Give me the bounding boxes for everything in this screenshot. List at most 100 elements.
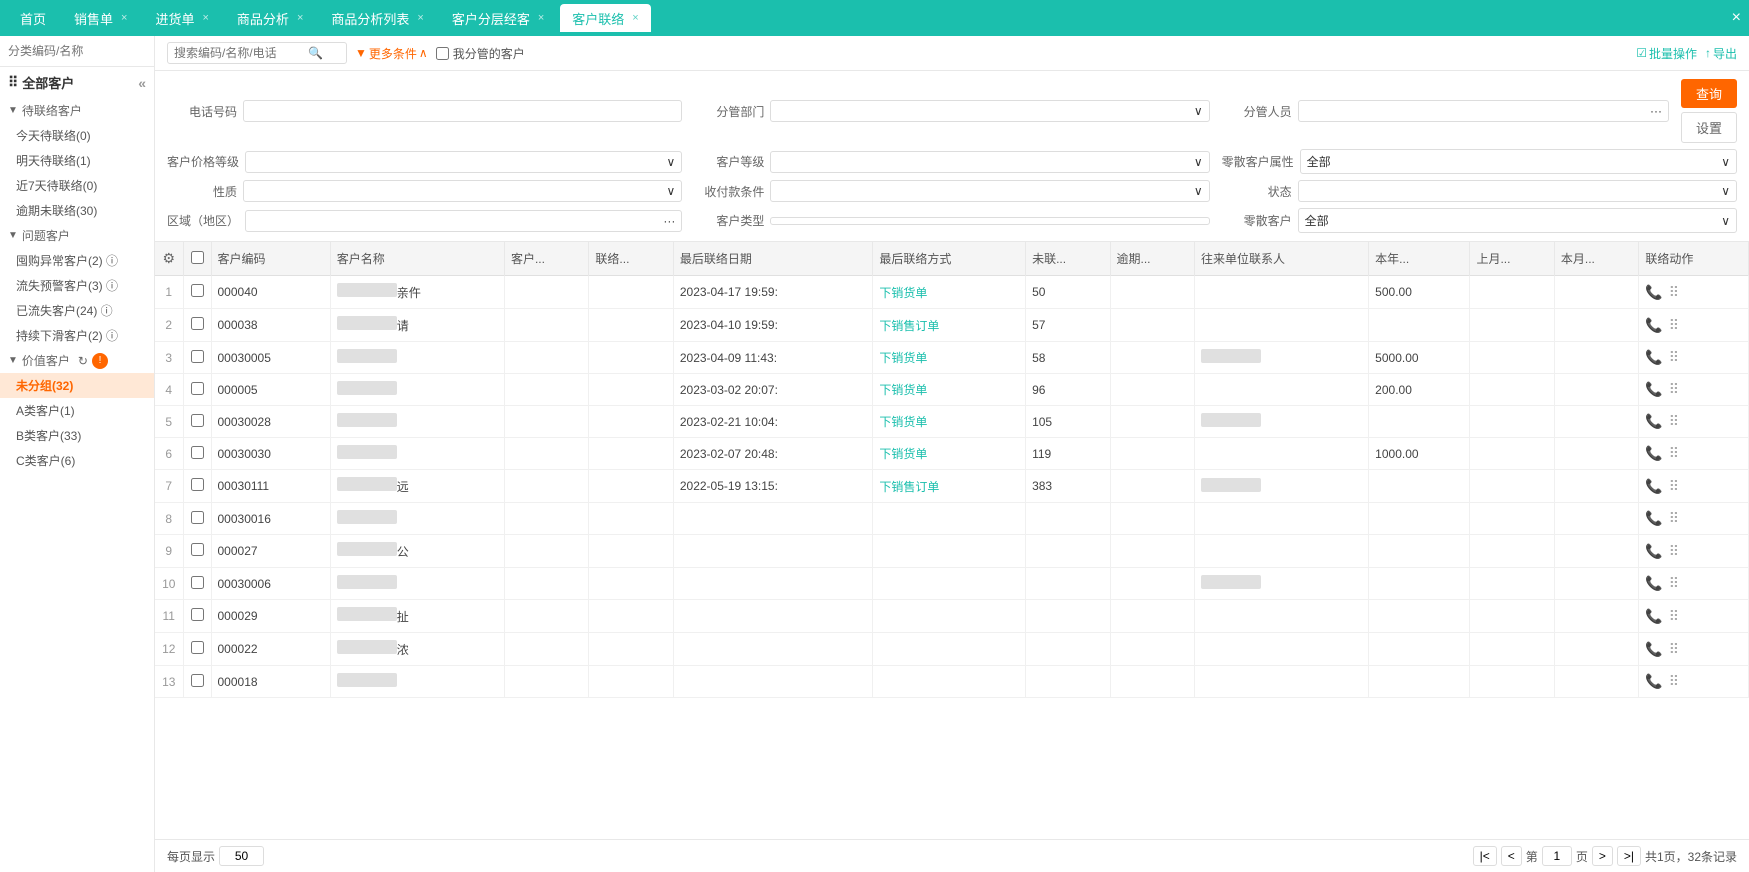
row-checkbox[interactable] [191,382,204,395]
sidebar-item-lost[interactable]: 已流失客户(24) ⓘ [0,298,154,323]
price-grade-select[interactable]: ∨ [245,151,682,173]
customer-segment-tab-close[interactable]: × [538,12,544,24]
tab-analysis[interactable]: 商品分析 × [225,4,315,32]
row-checkbox-cell[interactable] [183,600,211,633]
row-checkbox-cell[interactable] [183,406,211,438]
more-conditions-button[interactable]: ▼ 更多条件 ∧ [355,45,428,62]
refresh-icon[interactable]: ↻ [78,354,88,368]
phone-action-icon[interactable]: 📞 [1645,445,1662,462]
grid-action-icon[interactable]: ⠿ [1669,641,1679,658]
grid-action-icon[interactable]: ⠿ [1669,673,1679,690]
grid-action-icon[interactable]: ⠿ [1669,543,1679,560]
sidebar-item-abnormal[interactable]: 囤购异常客户(2) ⓘ [0,248,154,273]
payment-select[interactable]: ∨ [770,180,1209,202]
row-checkbox-cell[interactable] [183,309,211,342]
grid-action-icon[interactable]: ⠿ [1669,413,1679,430]
grid-action-icon[interactable]: ⠿ [1669,478,1679,495]
phone-action-icon[interactable]: 📞 [1645,608,1662,625]
grid-action-icon[interactable]: ⠿ [1669,317,1679,334]
collapse-sidebar-button[interactable]: « [138,75,146,91]
contact-method-link[interactable]: 下销售订单 [879,480,939,494]
select-all-checkbox[interactable] [191,251,204,264]
dept-select[interactable]: ∨ [770,100,1209,122]
analysis-tab-close[interactable]: × [297,12,303,24]
contact-method-link[interactable]: 下销货单 [879,286,927,300]
customer-type-select[interactable] [770,217,1209,225]
row-checkbox[interactable] [191,576,204,589]
row-checkbox[interactable] [191,641,204,654]
search-input[interactable] [174,46,304,60]
search-button[interactable]: 查询 [1681,79,1737,108]
row-checkbox-cell[interactable] [183,374,211,406]
page-size-input[interactable] [219,846,264,866]
batch-ops-button[interactable]: ☑ 批量操作 [1636,45,1697,62]
next-page-button[interactable]: > [1592,846,1613,866]
row-checkbox[interactable] [191,478,204,491]
retail-attr-select[interactable]: 全部 ∨ [1300,149,1737,174]
tab-customer-segment[interactable]: 客户分层经客 × [440,4,556,32]
row-checkbox[interactable] [191,446,204,459]
phone-action-icon[interactable]: 📞 [1645,543,1662,560]
close-all-tabs-button[interactable]: × [1732,9,1741,27]
row-checkbox-cell[interactable] [183,535,211,568]
sidebar-group-problem[interactable]: ▼ 问题客户 [0,223,154,248]
contact-method-link[interactable]: 下销货单 [879,383,927,397]
grid-action-icon[interactable]: ⠿ [1669,510,1679,527]
export-button[interactable]: ↑ 导出 [1705,45,1737,62]
sidebar-item-today[interactable]: 今天待联络(0) [0,123,154,148]
sidebar-item-b-class[interactable]: B类客户(33) [0,423,154,448]
row-checkbox[interactable] [191,350,204,363]
sales-tab-close[interactable]: × [121,12,127,24]
purchase-tab-close[interactable]: × [202,12,208,24]
grid-action-icon[interactable]: ⠿ [1669,381,1679,398]
reset-button[interactable]: 设置 [1681,112,1737,143]
search-icon[interactable]: 🔍 [308,46,323,60]
my-customer-checkbox[interactable] [436,47,449,60]
sidebar-group-pending[interactable]: ▼ 待联络客户 [0,98,154,123]
sidebar-item-ungrouped[interactable]: 未分组(32) [0,373,154,398]
row-checkbox-cell[interactable] [183,342,211,374]
phone-action-icon[interactable]: 📞 [1645,413,1662,430]
phone-action-icon[interactable]: 📞 [1645,478,1662,495]
sidebar-item-declining[interactable]: 持续下滑客户(2) ⓘ [0,323,154,348]
phone-action-icon[interactable]: 📞 [1645,641,1662,658]
nature-select[interactable]: ∨ [243,180,682,202]
tab-sales[interactable]: 销售单 × [62,4,139,32]
sidebar-search-input[interactable] [8,44,155,58]
grid-action-icon[interactable]: ⠿ [1669,284,1679,301]
phone-action-icon[interactable]: 📞 [1645,510,1662,527]
row-checkbox-cell[interactable] [183,438,211,470]
first-page-button[interactable]: |< [1473,846,1497,866]
customer-grade-select[interactable]: ∨ [770,151,1209,173]
grid-action-icon[interactable]: ⠿ [1669,445,1679,462]
sidebar-item-overdue[interactable]: 逾期未联络(30) [0,198,154,223]
phone-action-icon[interactable]: 📞 [1645,575,1662,592]
contact-method-link[interactable]: 下销货单 [879,447,927,461]
sidebar-item-warning[interactable]: 流失预警客户(3) ⓘ [0,273,154,298]
phone-action-icon[interactable]: 📞 [1645,317,1662,334]
sidebar-item-7days[interactable]: 近7天待联络(0) [0,173,154,198]
retail-customer-select[interactable]: 全部 ∨ [1298,208,1737,233]
phone-action-icon[interactable]: 📞 [1645,673,1662,690]
th-checkbox[interactable] [183,242,211,276]
tab-customer-contact[interactable]: 客户联络 × [560,4,650,32]
tab-purchase[interactable]: 进货单 × [143,4,220,32]
row-checkbox-cell[interactable] [183,568,211,600]
row-checkbox[interactable] [191,284,204,297]
analysis-list-tab-close[interactable]: × [417,12,423,24]
row-checkbox-cell[interactable] [183,503,211,535]
status-select[interactable]: ∨ [1298,180,1737,202]
row-checkbox[interactable] [191,511,204,524]
row-checkbox[interactable] [191,414,204,427]
row-checkbox-cell[interactable] [183,666,211,698]
tab-home[interactable]: 首页 [8,4,58,32]
tab-analysis-list[interactable]: 商品分析列表 × [319,4,435,32]
phone-input[interactable] [243,100,682,122]
phone-action-icon[interactable]: 📞 [1645,381,1662,398]
phone-action-icon[interactable]: 📞 [1645,349,1662,366]
th-settings[interactable]: ⚙ [155,242,183,276]
phone-action-icon[interactable]: 📞 [1645,284,1662,301]
customer-contact-tab-close[interactable]: × [632,12,638,24]
sidebar-item-a-class[interactable]: A类客户(1) [0,398,154,423]
contact-method-link[interactable]: 下销售订单 [879,319,939,333]
